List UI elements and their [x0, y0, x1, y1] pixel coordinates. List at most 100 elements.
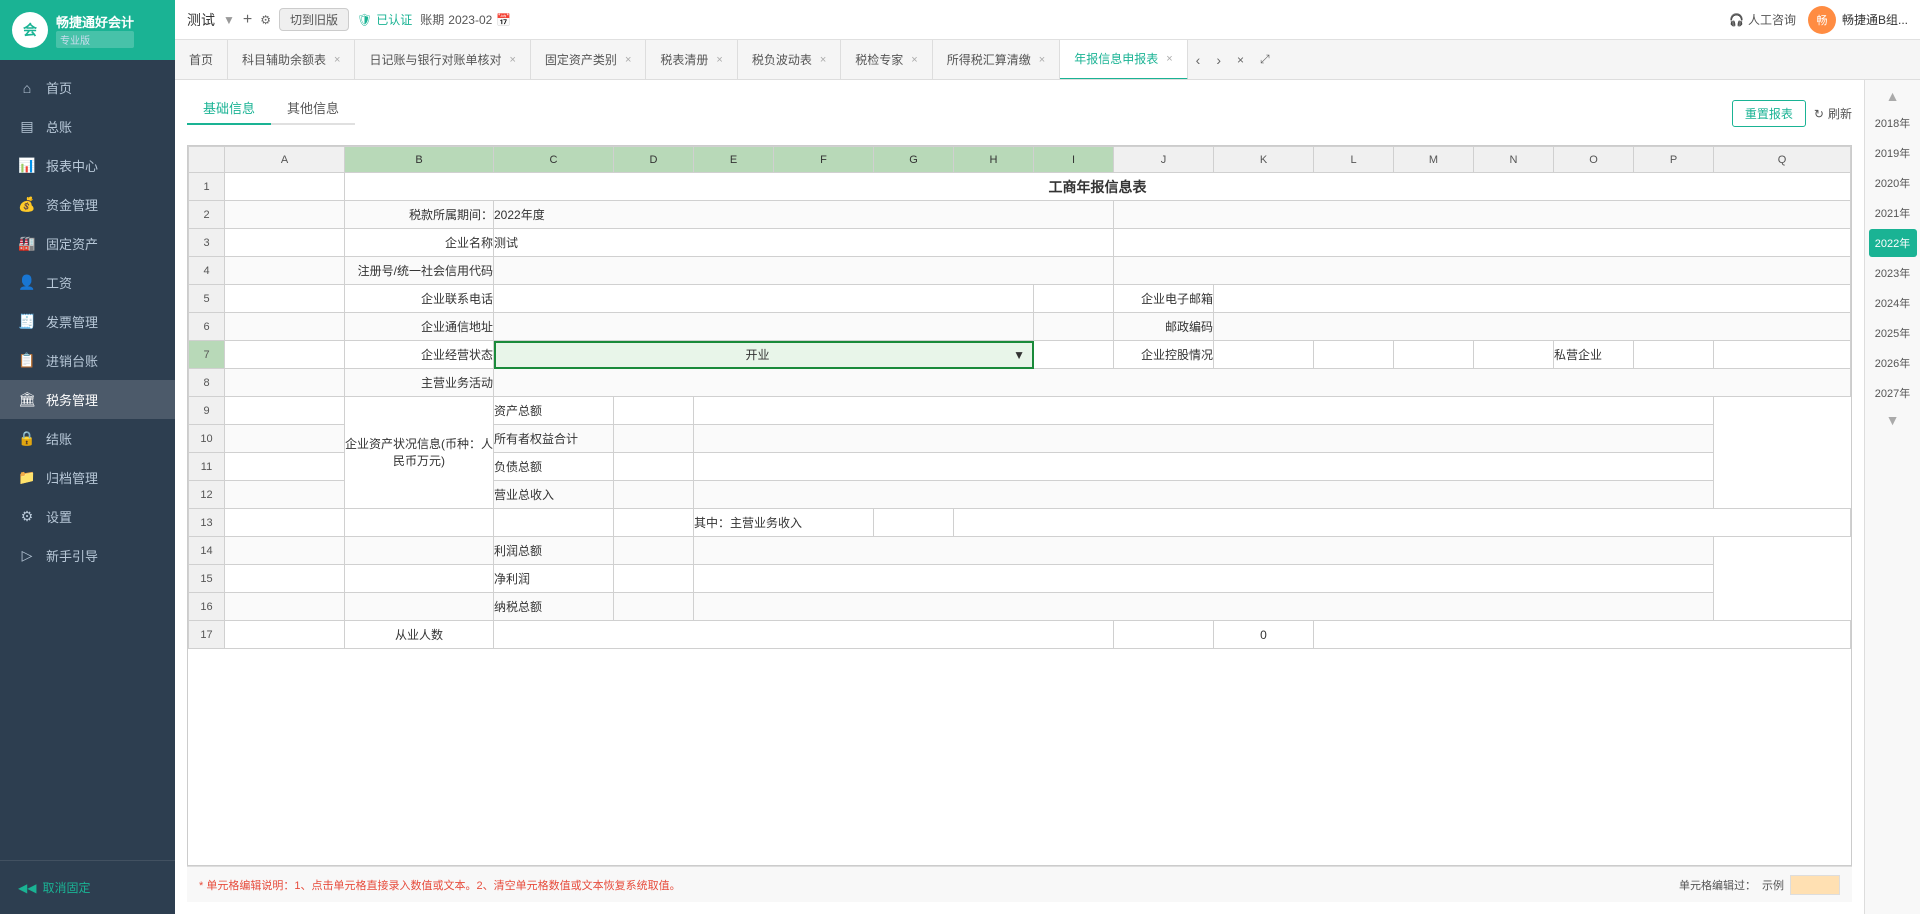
- cell-14c[interactable]: 利润总额: [494, 537, 614, 565]
- col-header-m[interactable]: M: [1394, 147, 1474, 173]
- cell-9d[interactable]: [614, 397, 694, 425]
- user-menu[interactable]: 畅 畅捷通B组...: [1808, 6, 1908, 34]
- dropdown-arrow-icon[interactable]: ▼: [223, 13, 235, 27]
- unpin-button[interactable]: ◀◀ 取消固定: [0, 871, 175, 904]
- sub-tab-other[interactable]: 其他信息: [271, 92, 355, 125]
- tab-close-icon[interactable]: ×: [625, 54, 631, 66]
- cell-10c[interactable]: 所有者权益合计: [494, 425, 614, 453]
- tab-fixed-asset-type[interactable]: 固定资产类别 ×: [531, 40, 646, 80]
- cell-2j[interactable]: [1114, 201, 1851, 229]
- cell-7q[interactable]: [1714, 341, 1851, 369]
- cell-7m[interactable]: [1394, 341, 1474, 369]
- col-header-p[interactable]: P: [1634, 147, 1714, 173]
- cell-16a[interactable]: [225, 593, 345, 621]
- cell-15d[interactable]: [614, 565, 694, 593]
- col-header-i[interactable]: I: [1034, 147, 1114, 173]
- sidebar-item-fund[interactable]: 💰 资金管理: [0, 185, 175, 224]
- year-panel-down[interactable]: ▼: [1882, 408, 1904, 432]
- cell-7a[interactable]: [225, 341, 345, 369]
- switch-version-button[interactable]: 切到旧版: [279, 8, 349, 31]
- cell-5a[interactable]: [225, 285, 345, 313]
- cell-7l[interactable]: [1314, 341, 1394, 369]
- cell-15a[interactable]: [225, 565, 345, 593]
- year-item-2019[interactable]: 2019年: [1869, 139, 1917, 167]
- cell-5k[interactable]: [1214, 285, 1851, 313]
- cell-13h[interactable]: [954, 509, 1851, 537]
- cell-4c[interactable]: [494, 257, 1114, 285]
- cell-2a[interactable]: [225, 201, 345, 229]
- cell-8b[interactable]: 主营业务活动: [345, 369, 494, 397]
- tab-close-icon[interactable]: ×: [716, 54, 722, 66]
- cell-17a[interactable]: [225, 621, 345, 649]
- cell-16e[interactable]: [694, 593, 1714, 621]
- col-header-k[interactable]: K: [1214, 147, 1314, 173]
- cell-4b[interactable]: 注册号/统一社会信用代码: [345, 257, 494, 285]
- cell-5b[interactable]: 企业联系电话: [345, 285, 494, 313]
- cell-7i[interactable]: [1034, 341, 1114, 369]
- tab-tax-fluctuation[interactable]: 税负波动表 ×: [738, 40, 841, 80]
- settings-gear-icon[interactable]: ⚙: [260, 13, 271, 27]
- cell-15c[interactable]: 净利润: [494, 565, 614, 593]
- cell-16c[interactable]: 纳税总额: [494, 593, 614, 621]
- cell-10d[interactable]: [614, 425, 694, 453]
- sidebar-item-home[interactable]: ⌂ 首页: [0, 68, 175, 107]
- spreadsheet-wrapper[interactable]: A B C D E F G H I J K L: [187, 145, 1852, 866]
- cell-7p[interactable]: [1634, 341, 1714, 369]
- year-item-2024[interactable]: 2024年: [1869, 289, 1917, 317]
- year-item-2027[interactable]: 2027年: [1869, 379, 1917, 407]
- cell-12d[interactable]: [614, 481, 694, 509]
- cell-5i[interactable]: [1034, 285, 1114, 313]
- year-item-2025[interactable]: 2025年: [1869, 319, 1917, 347]
- year-item-2018[interactable]: 2018年: [1869, 109, 1917, 137]
- cell-13e[interactable]: 其中：主营业务收入: [694, 509, 874, 537]
- cell-14a[interactable]: [225, 537, 345, 565]
- cell-11e[interactable]: [694, 453, 1714, 481]
- tab-expand-button[interactable]: ⤢: [1252, 40, 1278, 80]
- col-header-a[interactable]: A: [225, 147, 345, 173]
- reset-button[interactable]: 重置报表: [1732, 100, 1806, 127]
- year-item-2020[interactable]: 2020年: [1869, 169, 1917, 197]
- col-header-j[interactable]: J: [1114, 147, 1214, 173]
- sidebar-item-inventory[interactable]: 📋 进销台账: [0, 341, 175, 380]
- cell-9a[interactable]: [225, 397, 345, 425]
- col-header-b[interactable]: B: [345, 147, 494, 173]
- sidebar-item-fixed-asset[interactable]: 🏭 固定资产: [0, 224, 175, 263]
- cell-6j[interactable]: 邮政编码: [1114, 313, 1214, 341]
- cell-16d[interactable]: [614, 593, 694, 621]
- cell-11c[interactable]: 负债总额: [494, 453, 614, 481]
- year-item-2021[interactable]: 2021年: [1869, 199, 1917, 227]
- cell-1a[interactable]: [225, 173, 345, 201]
- cell-3j[interactable]: [1114, 229, 1851, 257]
- year-item-2026[interactable]: 2026年: [1869, 349, 1917, 377]
- col-header-h[interactable]: H: [954, 147, 1034, 173]
- sidebar-item-settings[interactable]: ⚙ 设置: [0, 497, 175, 536]
- tab-tax-expert[interactable]: 税检专家 ×: [841, 40, 932, 80]
- cell-13d[interactable]: [614, 509, 694, 537]
- cell-13g[interactable]: [874, 509, 954, 537]
- col-header-o[interactable]: O: [1554, 147, 1634, 173]
- refresh-button[interactable]: ↻ 刷新: [1814, 100, 1852, 127]
- tab-journal[interactable]: 日记账与银行对账单核对 ×: [355, 40, 530, 80]
- cell-15e[interactable]: [694, 565, 1714, 593]
- col-header-g[interactable]: G: [874, 147, 954, 173]
- cell-7k[interactable]: [1214, 341, 1314, 369]
- tab-close-icon[interactable]: ×: [1039, 54, 1045, 66]
- tab-tax-table[interactable]: 税表清册 ×: [646, 40, 737, 80]
- col-header-q[interactable]: Q: [1714, 147, 1851, 173]
- cell-7b[interactable]: 企业经营状态: [345, 341, 494, 369]
- cell-14e[interactable]: [694, 537, 1714, 565]
- cell-3c[interactable]: 测试: [494, 229, 1114, 257]
- cell-4j[interactable]: [1114, 257, 1851, 285]
- tab-close-icon[interactable]: ×: [820, 54, 826, 66]
- cell-10e[interactable]: [694, 425, 1714, 453]
- cell-6k[interactable]: [1214, 313, 1851, 341]
- cell-6i[interactable]: [1034, 313, 1114, 341]
- sidebar-item-archive[interactable]: 📁 归档管理: [0, 458, 175, 497]
- cell-8c[interactable]: [494, 369, 1851, 397]
- cell-14d[interactable]: [614, 537, 694, 565]
- cell-12c[interactable]: 营业总收入: [494, 481, 614, 509]
- tab-auxiliary[interactable]: 科目辅助余额表 ×: [228, 40, 355, 80]
- sidebar-item-invoice[interactable]: 🧾 发票管理: [0, 302, 175, 341]
- year-item-2023[interactable]: 2023年: [1869, 259, 1917, 287]
- cell-9c[interactable]: 资产总额: [494, 397, 614, 425]
